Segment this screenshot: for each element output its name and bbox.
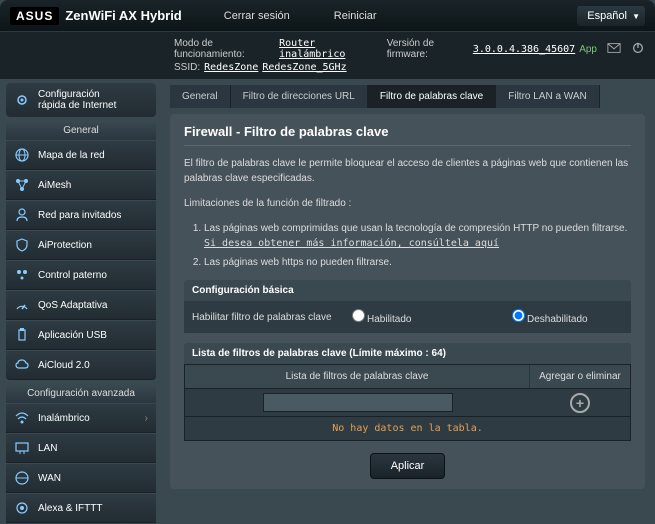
limit-1: Las páginas web comprimidas que usan la … [204, 221, 631, 251]
mode-label: Modo de funcionamiento: [174, 38, 275, 60]
sidebar-item-wireless[interactable]: Inalámbrico› [6, 403, 156, 433]
sidebar-item-aicloud[interactable]: AiCloud 2.0 [6, 350, 156, 380]
wifi-icon [14, 410, 30, 426]
sidebar-item-aimesh[interactable]: AiMesh [6, 170, 156, 200]
tab-url-filter[interactable]: Filtro de direcciones URL [231, 85, 368, 108]
reboot-button[interactable]: Reiniciar [322, 6, 389, 26]
sidebar-item-wan[interactable]: WAN [6, 463, 156, 493]
shield-icon [14, 237, 30, 253]
info-bar: Modo de funcionamiento: Router inalámbri… [0, 32, 655, 79]
sidebar-item-network-map[interactable]: Mapa de la red [6, 140, 156, 170]
family-icon [14, 267, 30, 283]
mail-icon[interactable] [607, 41, 621, 58]
keyword-list-header: Lista de filtros de palabras clave (Lími… [184, 343, 631, 364]
top-bar: ASUS ZenWiFi AX Hybrid Cerrar sesión Rei… [0, 0, 655, 32]
tab-bar: General Filtro de direcciones URL Filtro… [170, 85, 645, 108]
basic-config-header: Configuración básica [184, 280, 631, 301]
sidebar-item-lan[interactable]: LAN [6, 433, 156, 463]
gear-arrow-icon [14, 92, 30, 108]
keyword-table: Lista de filtros de palabras clave Agreg… [184, 364, 631, 441]
sidebar-item-aiprotection[interactable]: AiProtection [6, 230, 156, 260]
col-keyword: Lista de filtros de palabras clave [185, 365, 530, 388]
empty-message: No hay datos en la tabla. [185, 416, 630, 440]
logout-button[interactable]: Cerrar sesión [212, 6, 302, 26]
radio-disabled[interactable] [512, 309, 525, 322]
tab-general[interactable]: General [170, 85, 231, 108]
mode-value[interactable]: Router inalámbrico [279, 38, 377, 60]
panel: Firewall - Filtro de palabras clave El f… [170, 114, 645, 489]
cloud-icon [14, 357, 30, 373]
keyword-input[interactable] [263, 393, 453, 412]
language-select[interactable]: Español [577, 6, 645, 26]
wan-icon [14, 470, 30, 486]
panel-title: Firewall - Filtro de palabras clave [184, 124, 631, 139]
voice-icon [14, 500, 30, 516]
usb-icon [14, 327, 30, 343]
ssid-1[interactable]: RedesZone [204, 62, 258, 73]
radio-enabled[interactable] [352, 309, 365, 322]
globe-icon [14, 147, 30, 163]
limits-list: Las páginas web comprimidas que usan la … [204, 221, 631, 270]
quick-setup-line2: rápida de Internet [38, 100, 116, 111]
brand-logo: ASUS [10, 7, 59, 25]
quick-setup-line1: Configuración [38, 89, 116, 100]
radio-disabled-wrap[interactable]: Deshabilitado [512, 309, 655, 325]
app-link[interactable]: App [579, 44, 597, 55]
main-content: General Filtro de direcciones URL Filtro… [160, 79, 655, 524]
mesh-icon [14, 177, 30, 193]
tab-lan-wan-filter[interactable]: Filtro LAN a WAN [496, 85, 600, 108]
sidebar-item-qos[interactable]: QoS Adaptativa [6, 290, 156, 320]
ssid-label: SSID: [174, 62, 200, 73]
quick-setup-button[interactable]: Configuración rápida de Internet [6, 83, 156, 117]
chevron-right-icon: › [145, 413, 148, 424]
lan-icon [14, 440, 30, 456]
sidebar-advanced-header: Configuración avanzada [6, 384, 156, 403]
sidebar-general-header: General [6, 121, 156, 140]
sidebar-item-guest-network[interactable]: Red para invitados [6, 200, 156, 230]
sidebar-item-parental[interactable]: Control paterno [6, 260, 156, 290]
tab-keyword-filter[interactable]: Filtro de palabras clave [368, 85, 496, 108]
sidebar: Configuración rápida de Internet General… [0, 79, 160, 524]
ssid-2[interactable]: RedesZone_5GHz [262, 62, 346, 73]
col-action: Agregar o eliminar [530, 365, 630, 388]
apply-button[interactable]: Aplicar [370, 453, 446, 479]
limit-2: Las páginas web https no pueden filtrars… [204, 255, 631, 270]
sidebar-item-alexa[interactable]: Alexa & IFTTT [6, 493, 156, 523]
product-name: ZenWiFi AX Hybrid [65, 8, 181, 23]
intro-text: El filtro de palabras clave le permite b… [184, 156, 631, 186]
enable-filter-label: Habilitar filtro de palabras clave [192, 312, 342, 323]
gauge-icon [14, 297, 30, 313]
firmware-label: Versión de firmware: [387, 38, 469, 60]
radio-enabled-wrap[interactable]: Habilitado [352, 309, 502, 325]
firmware-value[interactable]: 3.0.0.4.386_45607 [473, 44, 575, 55]
logo-group: ASUS ZenWiFi AX Hybrid [10, 7, 182, 25]
power-icon[interactable] [631, 41, 645, 58]
sidebar-item-usb[interactable]: Aplicación USB [6, 320, 156, 350]
limits-label: Limitaciones de la función de filtrado : [184, 196, 631, 211]
guest-icon [14, 207, 30, 223]
divider [184, 145, 631, 146]
add-button[interactable]: + [570, 393, 590, 413]
more-info-link[interactable]: Si desea obtener más información, consúl… [204, 238, 499, 249]
